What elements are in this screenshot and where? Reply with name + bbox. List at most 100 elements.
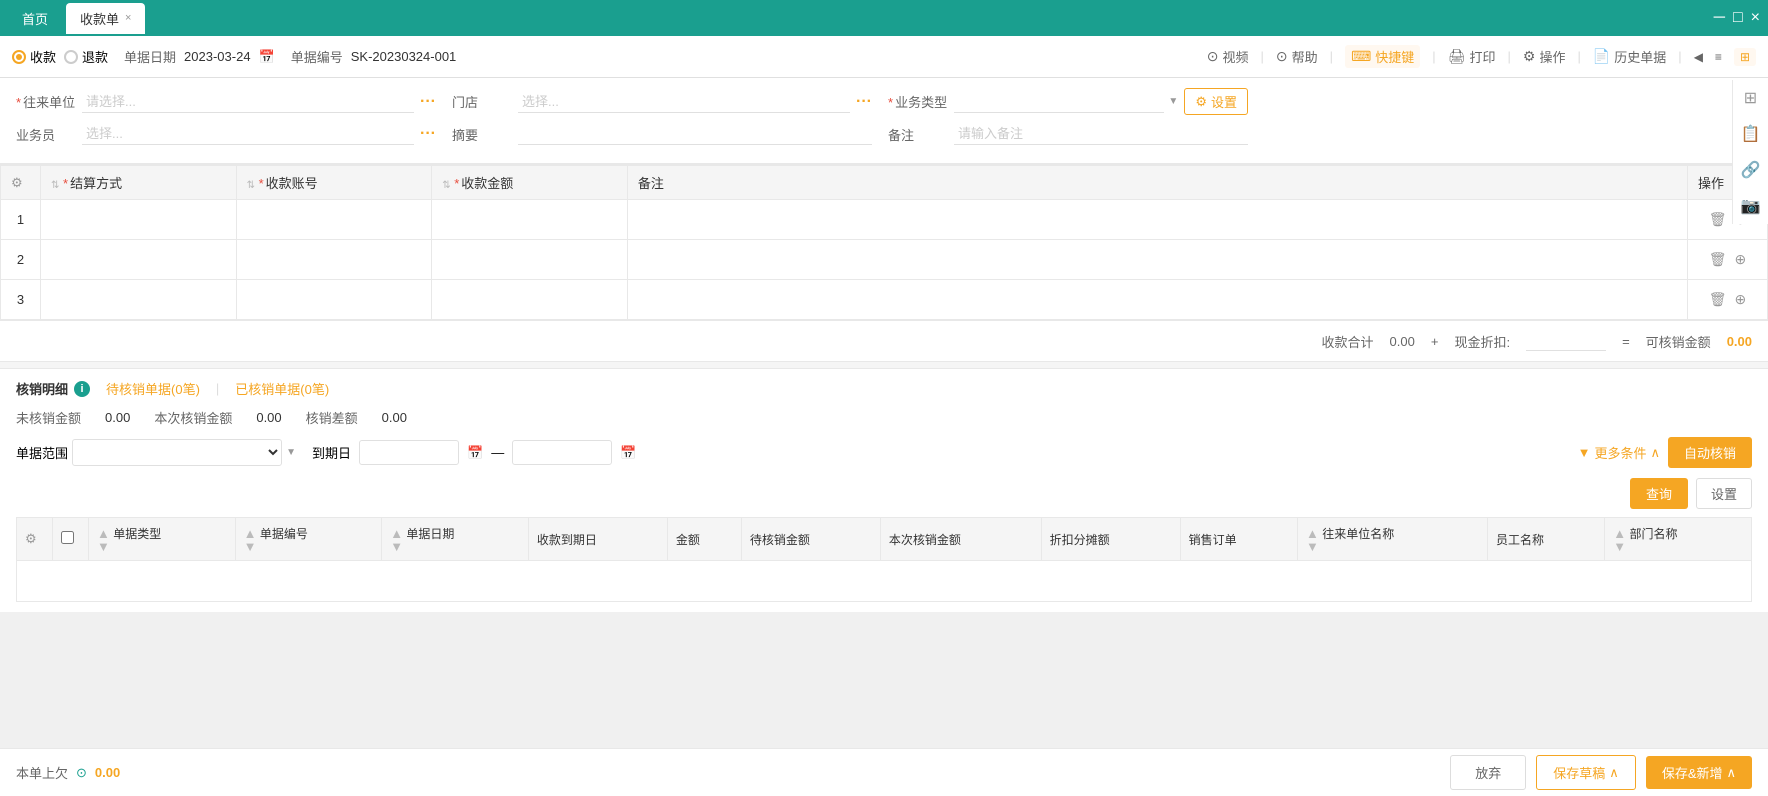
settings-btn[interactable]: ⚙ 设置 [1184,88,1248,115]
panel-camera-icon[interactable]: 📷 [1741,196,1761,216]
help-btn[interactable]: ⊙ 帮助 [1276,47,1318,66]
shortcut-btn[interactable]: ⌨ 快捷键 [1345,45,1420,68]
date-to-input[interactable]: 2022-04-12 [512,440,612,465]
main-scroll-area: *往来单位 ··· 门店 ··· *业务类型 预收款 ▼ [0,78,1768,612]
layout2-btn[interactable]: ⊞ [1734,48,1756,66]
biz-type-chevron[interactable]: ▼ [1168,96,1178,107]
layout1-btn[interactable]: ≡ [1715,50,1722,64]
partner-more-btn[interactable]: ··· [420,93,436,111]
row-copy-icon[interactable]: ⊕ [1735,251,1747,268]
more-conditions-btn[interactable]: ▼ 更多条件 ∧ [1578,443,1660,462]
maximize-icon[interactable]: □ [1733,9,1743,27]
col-partner-name: ▲▼ 往来单位名称 [1298,518,1488,561]
query-btn[interactable]: 查询 [1630,478,1688,509]
salesman-more-btn[interactable]: ··· [420,125,436,143]
date-from-input[interactable]: 2022-04-01 [359,440,459,465]
video-btn[interactable]: ⊙ 视频 [1207,47,1249,66]
bottom-right: 放弃 保存草稿 ∧ 保存&新增 ∧ [1450,755,1752,790]
print-label: 打印 [1469,47,1495,66]
table-row: 3 🗑 ⊕ [1,280,1768,320]
bottom-left: 本单上欠 ⊙ 0.00 [16,763,120,782]
salesman-input[interactable] [82,123,414,145]
row-remark[interactable] [627,240,1687,280]
date-label: 到期日 [312,443,351,462]
verify-filter-row: 单据范围 ▼ 到期日 2022-04-01 📅 — 2022-04-12 📅 [16,437,1752,468]
doc-no-value: SK-20230324-001 [351,49,457,64]
calendar-to-icon[interactable]: 📅 [620,445,636,461]
biz-type-field: *业务类型 预收款 ▼ ⚙ 设置 [888,88,1248,115]
minimize-icon[interactable]: ─ [1714,9,1725,27]
summary-input[interactable] [518,123,872,145]
row-copy-icon[interactable]: ⊕ [1735,291,1747,308]
row-settle[interactable] [41,280,237,320]
discount-label: 现金折扣: [1454,332,1510,351]
tab-home[interactable]: 首页 [8,3,62,34]
tab-active[interactable]: 收款单 × [66,3,145,34]
save-new-btn[interactable]: 保存&新增 ∧ [1646,756,1752,789]
table-row: 2 🗑 ⊕ [1,240,1768,280]
row-amount[interactable] [432,280,628,320]
store-input[interactable] [518,91,850,113]
row-account[interactable] [236,240,432,280]
row-delete-icon[interactable]: 🗑 [1709,211,1727,228]
panel-link-icon[interactable]: 🔗 [1741,160,1761,180]
form-row-2: 业务员 ··· 摘要 备注 [16,123,1752,145]
select-all-checkbox[interactable] [61,531,74,544]
help-icon: ⊙ [1276,48,1288,65]
toolbar: 收款 退款 单据日期 2023-03-24 📅 单据编号 SK-20230324… [0,36,1768,78]
store-more-btn[interactable]: ··· [856,93,872,111]
row-account[interactable] [236,200,432,240]
panel-copy-icon[interactable]: 📋 [1741,124,1761,144]
table-gear-icon[interactable]: ⚙ [11,175,23,190]
toolbar-right: ⊙ 视频 | ⊙ 帮助 | ⌨ 快捷键 | 🖨 打印 | ⚙ 操作 | 📄 历史… [1207,45,1756,68]
row-remark[interactable] [627,280,1687,320]
row-amount[interactable] [432,200,628,240]
col-doc-no: ▲▼ 单据编号 [235,518,382,561]
col-this-verify: 本次核销金额 [880,518,1041,561]
row-remark[interactable] [627,200,1687,240]
nav-left-btn[interactable]: ◀ [1694,50,1703,64]
unverified-value: 0.00 [105,410,130,425]
close-icon[interactable]: × [1751,9,1760,27]
tab-active-label: 收款单 [80,9,119,28]
col-dept-name: ▲▼ 部门名称 [1605,518,1752,561]
partner-input[interactable] [82,91,414,113]
verify-gear-icon[interactable]: ⚙ [25,531,37,546]
action-btn[interactable]: ⚙ 操作 [1523,47,1566,66]
tab-close-icon[interactable]: × [125,12,131,24]
panel-table-icon[interactable]: ⊞ [1744,88,1757,108]
range-label: 单据范围 [16,443,68,462]
verify-info-icon[interactable]: i [74,381,90,397]
col-amount-header: ⇅ *收款金额 [432,166,628,200]
verify-setting-btn[interactable]: 设置 [1696,478,1752,509]
row-delete-icon[interactable]: 🗑 [1709,251,1727,268]
col-account-header: ⇅ *收款账号 [236,166,432,200]
print-btn[interactable]: 🖨 打印 [1448,47,1496,66]
save-draft-btn[interactable]: 保存草稿 ∧ [1536,755,1636,790]
tab-bar: 首页 收款单 × ─ □ × [0,0,1768,36]
row-delete-icon[interactable]: 🗑 [1709,291,1727,308]
calendar-from-icon[interactable]: 📅 [467,445,483,461]
range-select[interactable] [72,439,282,466]
pending-tab-link[interactable]: 待核销单据(0笔) [106,379,200,398]
history-icon: 📄 [1593,48,1610,65]
row-account[interactable] [236,280,432,320]
table-row: 1 🗑 ⊕ [1,200,1768,240]
row-amount[interactable] [432,240,628,280]
row-settle[interactable] [41,240,237,280]
auto-verify-btn[interactable]: 自动核销 [1668,437,1752,468]
history-btn[interactable]: 📄 历史单据 [1593,47,1666,66]
radio-shoukuan[interactable]: 收款 [12,47,56,66]
radio-tuikuan[interactable]: 退款 [64,47,108,66]
remark-input[interactable] [954,123,1248,145]
this-order-icon[interactable]: ⊙ [76,765,87,781]
discard-btn[interactable]: 放弃 [1450,755,1526,790]
col-sales-order: 销售订单 [1180,518,1297,561]
row-settle[interactable] [41,200,237,240]
done-tab-link[interactable]: 已核销单据(0笔) [235,379,329,398]
calendar-icon[interactable]: 📅 [259,49,275,65]
discount-input[interactable] [1526,331,1606,351]
shortcut-icon: ⌨ [1351,48,1371,65]
biz-type-input[interactable]: 预收款 [954,91,1164,113]
doc-no-field: 单据编号 SK-20230324-001 [291,47,457,66]
